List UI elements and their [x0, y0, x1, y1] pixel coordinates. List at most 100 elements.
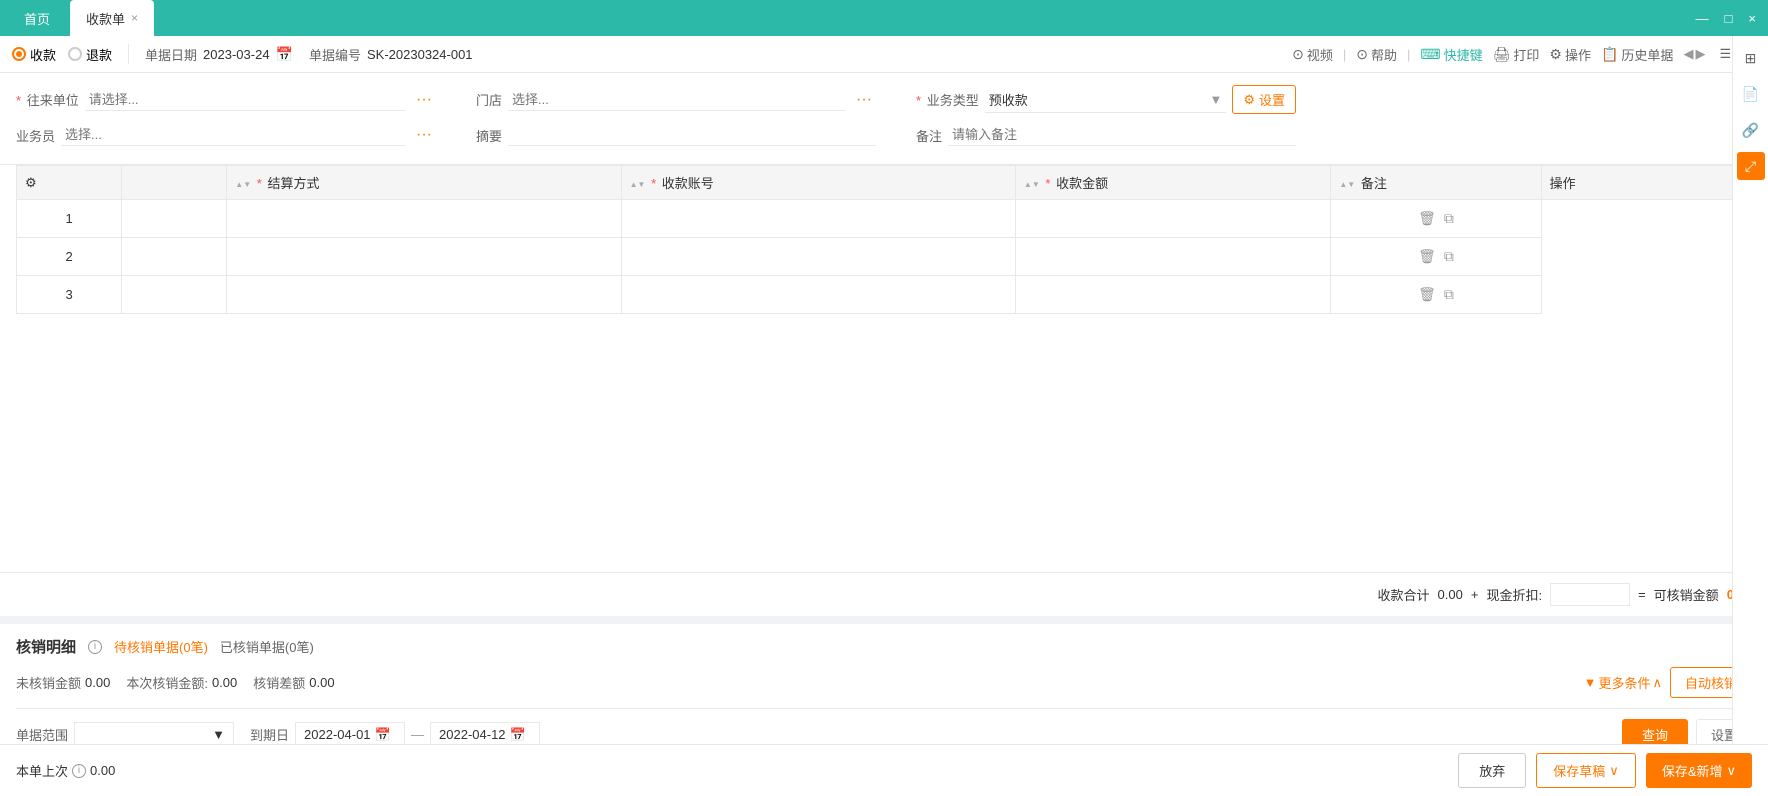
- maximize-icon[interactable]: □: [1721, 9, 1737, 28]
- nav-right-icon[interactable]: ▶: [1695, 46, 1705, 62]
- help-label: 帮助: [1371, 45, 1397, 64]
- tab-active-label: 收款单: [86, 9, 125, 28]
- row-3-delete-icon[interactable]: 🗑: [1416, 284, 1438, 305]
- row-2-copy-icon[interactable]: ⧉: [1442, 246, 1456, 267]
- nav-arrows[interactable]: ◀ ▶: [1683, 46, 1705, 62]
- plus-sign: +: [1471, 587, 1479, 602]
- verify-pending-tab[interactable]: 待核销单据(0笔): [114, 637, 208, 656]
- shortcut-btn[interactable]: ⌨ 快捷键: [1420, 45, 1482, 64]
- verify-right: ▼ 更多条件 ∧ 自动核销: [1584, 667, 1752, 698]
- row-1-account[interactable]: [227, 200, 621, 238]
- row-3-note[interactable]: [1015, 276, 1330, 314]
- th-note-label: 备注: [1361, 176, 1387, 191]
- video-btn[interactable]: ⊙ 视频: [1292, 45, 1333, 64]
- verify-header: 核销明细 i 待核销单据(0笔) 已核销单据(0笔): [16, 636, 1752, 657]
- sidebar-link-icon[interactable]: 🔗: [1737, 116, 1765, 144]
- window-close-icon[interactable]: ×: [1744, 9, 1760, 28]
- store-more-btn[interactable]: ···: [852, 91, 876, 109]
- unverified-label: 未核销金额: [16, 673, 81, 692]
- sidebar-doc-icon[interactable]: 📄: [1737, 80, 1765, 108]
- sort-note-icon: ▲▼: [1339, 180, 1355, 189]
- sidebar-table-icon[interactable]: ⊞: [1737, 44, 1765, 72]
- form-row-1: * 往来单位 ··· 门店 ··· * 业务类型 预收款 ▼: [16, 85, 1752, 114]
- doc-no-label: 单据编号: [309, 45, 361, 64]
- salesperson-input[interactable]: [61, 124, 406, 146]
- row-1-idx: 1: [17, 200, 122, 238]
- biz-type-settings-btn[interactable]: ⚙ 设置: [1232, 85, 1296, 114]
- operation-btn[interactable]: ⚙ 操作: [1549, 45, 1591, 64]
- summary-field: 摘要: [476, 124, 876, 146]
- verify-info-icon[interactable]: i: [88, 640, 102, 654]
- form-row-2: 业务员 ··· 摘要 备注: [16, 124, 1752, 146]
- row-1-delete-icon[interactable]: 🗑: [1416, 208, 1438, 229]
- radio-refund[interactable]: 退款: [68, 45, 112, 64]
- biz-type-label: * 业务类型: [916, 90, 979, 109]
- counterparty-more-btn[interactable]: ···: [412, 91, 436, 109]
- row-3-amount[interactable]: [621, 276, 1015, 314]
- th-gear[interactable]: ⚙: [17, 166, 122, 200]
- footer-limit-info-icon[interactable]: i: [72, 764, 86, 778]
- row-2-account[interactable]: [227, 238, 621, 276]
- diff-label: 核销差额: [253, 673, 305, 692]
- table-row: 1 🗑 ⧉: [17, 200, 1752, 238]
- store-input[interactable]: [508, 89, 846, 111]
- row-2-idx: 2: [17, 238, 122, 276]
- print-btn[interactable]: 🖨 打印: [1493, 45, 1540, 64]
- row-3-account[interactable]: [227, 276, 621, 314]
- required-star-1: *: [16, 93, 21, 108]
- help-btn[interactable]: ⊙ 帮助: [1356, 45, 1397, 64]
- counterparty-input[interactable]: [85, 89, 406, 111]
- draft-chevron-icon: ∨: [1609, 763, 1619, 779]
- calendar-icon[interactable]: 📅: [276, 46, 293, 63]
- row-3-copy-icon[interactable]: ⧉: [1442, 284, 1456, 305]
- verify-done-tab[interactable]: 已核销单据(0笔): [220, 637, 314, 656]
- row-2-op-btns: 🗑 ⧉: [1339, 246, 1532, 267]
- row-1-copy-icon[interactable]: ⧉: [1442, 208, 1456, 229]
- verify-stats: 未核销金额 0.00 本次核销金额: 0.00 核销差额 0.00 ▼ 更多条件…: [16, 667, 1752, 698]
- row-1-note[interactable]: [1015, 200, 1330, 238]
- row-2-settle[interactable]: [122, 238, 227, 276]
- total-value: 0.00: [1438, 587, 1463, 602]
- abandon-btn[interactable]: 放弃: [1458, 753, 1526, 788]
- operation-label: 操作: [1565, 45, 1591, 64]
- top-toolbar: 收款 退款 单据日期 2023-03-24 📅 单据编号 SK-20230324…: [0, 36, 1768, 73]
- summary-label: 摘要: [476, 126, 502, 145]
- remark-input[interactable]: [948, 124, 1296, 146]
- row-3-idx: 3: [17, 276, 122, 314]
- row-3-settle[interactable]: [122, 276, 227, 314]
- salesperson-more-btn[interactable]: ···: [412, 126, 436, 144]
- tab-active[interactable]: 收款单 ×: [70, 0, 154, 36]
- row-2-note[interactable]: [1015, 238, 1330, 276]
- row-1-amount[interactable]: [621, 200, 1015, 238]
- more-conditions-label: 更多条件: [1598, 673, 1650, 692]
- radio-refund-label: 退款: [86, 45, 112, 64]
- draft-label: 保存草稿: [1553, 761, 1605, 780]
- toolbar-divider-1: [128, 44, 129, 64]
- minimize-icon[interactable]: —: [1692, 9, 1713, 28]
- history-btn[interactable]: 📋 历史单据: [1601, 45, 1673, 64]
- save-new-btn[interactable]: 保存&新增 ∨: [1646, 753, 1752, 788]
- row-2-amount[interactable]: [621, 238, 1015, 276]
- more-conditions-btn[interactable]: ▼ 更多条件 ∧: [1584, 673, 1662, 692]
- biz-type-select[interactable]: 预收款 ▼: [985, 87, 1227, 113]
- doc-no-field: 单据编号 SK-20230324-001: [309, 45, 473, 64]
- row-3-op: 🗑 ⧉: [1331, 276, 1541, 314]
- counterparty-field: * 往来单位 ···: [16, 89, 436, 111]
- tab-close-icon[interactable]: ×: [131, 11, 138, 25]
- total-label: 收款合计: [1378, 585, 1430, 604]
- th-op: 操作: [1541, 166, 1751, 200]
- row-1-settle[interactable]: [122, 200, 227, 238]
- row-2-delete-icon[interactable]: 🗑: [1416, 246, 1438, 267]
- form-area: * 往来单位 ··· 门店 ··· * 业务类型 预收款 ▼: [0, 73, 1768, 165]
- filter-doc-range-label: 单据范围: [16, 725, 68, 744]
- footer-limit-label: 本单上次: [16, 761, 68, 780]
- salesperson-field: 业务员 ···: [16, 124, 436, 146]
- discount-input[interactable]: [1550, 583, 1630, 606]
- nav-left-icon[interactable]: ◀: [1683, 46, 1693, 62]
- operation-icon: ⚙: [1549, 46, 1562, 63]
- radio-receipt[interactable]: 收款: [12, 45, 56, 64]
- tab-home[interactable]: 首页: [8, 0, 66, 36]
- summary-input[interactable]: [508, 124, 876, 146]
- save-draft-btn[interactable]: 保存草稿 ∨: [1536, 753, 1636, 788]
- sidebar-expand-icon[interactable]: ⤢: [1737, 152, 1765, 180]
